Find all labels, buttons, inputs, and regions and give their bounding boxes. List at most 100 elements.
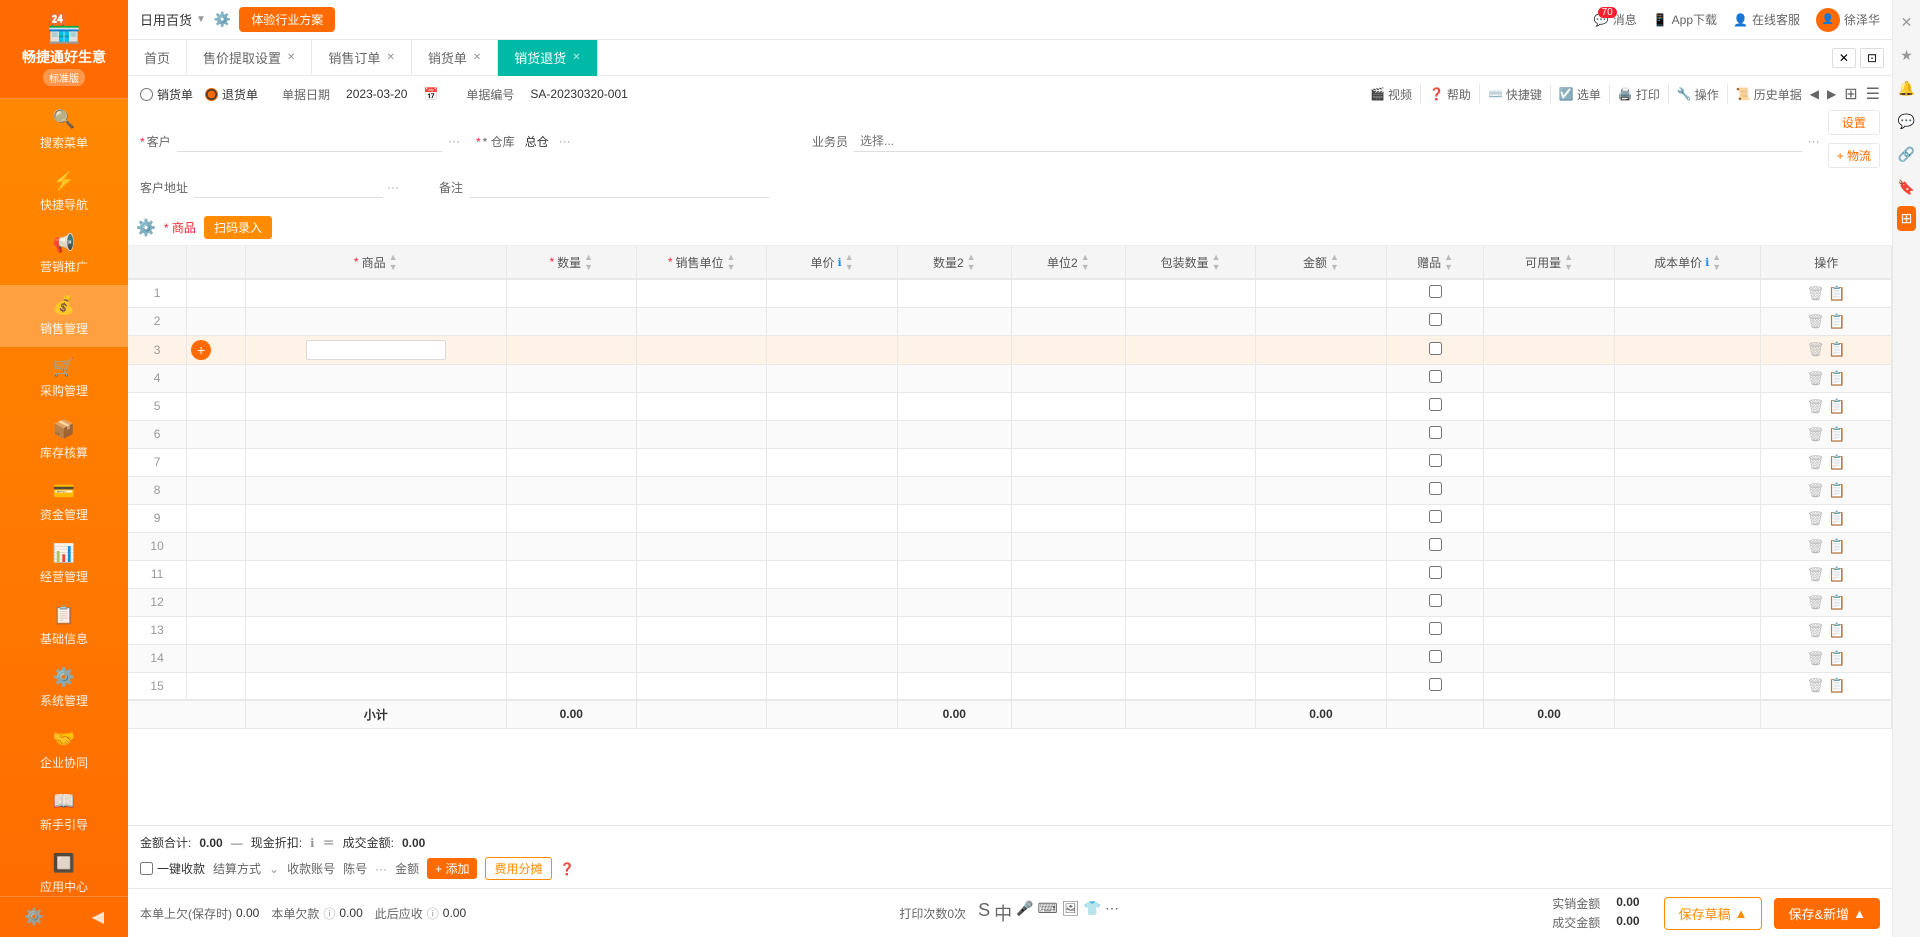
shirt-icon[interactable]: 👕 [1084, 900, 1101, 926]
price-sort-icon[interactable]: ▲▼ [845, 252, 854, 272]
sidebar-collapse-icon[interactable]: ◀ [92, 907, 104, 927]
copy-icon-4[interactable]: 📋 [1828, 398, 1845, 415]
salesperson-dots-icon[interactable]: ··· [1808, 134, 1820, 148]
online-service-button[interactable]: 👤 在线客服 [1733, 11, 1800, 28]
delete-icon-10[interactable]: 🗑 [1807, 566, 1825, 583]
addr-dots-icon[interactable]: ··· [387, 180, 399, 194]
user-info[interactable]: 👤 徐泽华 [1816, 8, 1880, 32]
gift-checkbox-14[interactable] [1429, 678, 1442, 691]
sidebar-item-1[interactable]: ⚡快捷导航 [0, 161, 128, 223]
tab-menu-button[interactable]: ⊡ [1860, 48, 1884, 68]
more-icon[interactable]: ⋯ [1105, 900, 1119, 926]
tab-close-4[interactable]: ✕ [572, 52, 580, 63]
gift-checkbox-0[interactable] [1429, 285, 1442, 298]
avail-sort-icon[interactable]: ▲▼ [1564, 252, 1573, 272]
price-info-icon[interactable]: ℹ [838, 256, 842, 269]
gift-checkbox-13[interactable] [1429, 650, 1442, 663]
copy-icon-0[interactable]: 📋 [1828, 285, 1845, 302]
category-selector[interactable]: 日用百货 ▼ [140, 10, 206, 29]
sidebar-item-10[interactable]: 🤝企业协同 [0, 719, 128, 781]
copy-icon-6[interactable]: 📋 [1828, 454, 1845, 471]
tab-0[interactable]: 首页 [128, 40, 187, 76]
history-next-icon[interactable]: ▶ [1827, 87, 1836, 101]
gift-checkbox-10[interactable] [1429, 566, 1442, 579]
delete-icon-12[interactable]: 🗑 [1807, 622, 1825, 639]
qty2-sort-icon[interactable]: ▲▼ [967, 252, 976, 272]
gift-checkbox-6[interactable] [1429, 454, 1442, 467]
table-settings-icon[interactable]: ⚙️ [136, 218, 156, 238]
sidebar-item-2[interactable]: 📢营销推广 [0, 223, 128, 285]
copy-icon-8[interactable]: 📋 [1828, 510, 1845, 527]
gift-checkbox-12[interactable] [1429, 622, 1442, 635]
radio-sale[interactable]: 销货单 [140, 86, 193, 103]
scan-button[interactable]: 扫码录入 [204, 216, 272, 239]
tab-close-2[interactable]: ✕ [386, 52, 394, 63]
sidebar-item-0[interactable]: 🔍搜索菜单 [0, 99, 128, 161]
copy-icon-7[interactable]: 📋 [1828, 482, 1845, 499]
qty-sort-icon[interactable]: ▲▼ [584, 252, 593, 272]
salesperson-input[interactable] [854, 131, 1802, 152]
delete-icon-14[interactable]: 🗑 [1807, 677, 1825, 694]
delete-icon-11[interactable]: 🗑 [1807, 594, 1825, 611]
message-button[interactable]: 💬 70 消息 [1594, 11, 1637, 28]
delete-icon-13[interactable]: 🗑 [1807, 650, 1825, 667]
unit2-sort-icon[interactable]: ▲▼ [1081, 252, 1090, 272]
addr-input[interactable] [194, 176, 383, 198]
delete-icon-4[interactable]: 🗑 [1807, 398, 1825, 415]
radio-return-input[interactable] [205, 88, 218, 101]
logistics-button[interactable]: + 物流 [1828, 143, 1880, 168]
tab-2[interactable]: 销售订单✕ [312, 40, 411, 76]
radio-return[interactable]: 退货单 [205, 86, 258, 103]
delete-icon-6[interactable]: 🗑 [1807, 454, 1825, 471]
rp-bookmark-icon[interactable]: 🔖 [1896, 173, 1917, 202]
fee-help-icon[interactable]: ❓ [560, 862, 575, 876]
sougou-icon[interactable]: S [978, 900, 990, 926]
goods-sort-icon[interactable]: ▲▼ [389, 252, 398, 272]
delete-icon-0[interactable]: 🗑 [1807, 285, 1825, 302]
delete-icon-2[interactable]: 🗑 [1807, 341, 1825, 358]
calendar-icon[interactable]: 📅 [423, 87, 438, 101]
delete-icon-8[interactable]: 🗑 [1807, 510, 1825, 527]
copy-icon-13[interactable]: 📋 [1828, 650, 1845, 667]
warehouse-dots-icon[interactable]: ··· [559, 134, 571, 148]
sidebar-item-12[interactable]: 🔲应用中心 [0, 843, 128, 896]
save-draft-button[interactable]: 保存草稿 ▲ [1664, 897, 1763, 930]
sidebar-item-6[interactable]: 💳资金管理 [0, 471, 128, 533]
add-payment-button[interactable]: + 添加 [427, 858, 477, 879]
customer-dots-icon[interactable]: ··· [448, 134, 460, 148]
operate-action[interactable]: 🔧 操作 [1677, 86, 1719, 103]
cash-discount-help-icon[interactable]: ℹ [310, 836, 315, 850]
app-download-button[interactable]: 📱 App下载 [1653, 11, 1717, 28]
unit-sort-icon[interactable]: ▲▼ [727, 252, 736, 272]
gift-checkbox-3[interactable] [1429, 370, 1442, 383]
pkg-sort-icon[interactable]: ▲▼ [1212, 252, 1221, 272]
save-new-button[interactable]: 保存&新增 ▲ [1774, 898, 1880, 929]
gift-checkbox-9[interactable] [1429, 538, 1442, 551]
copy-icon-5[interactable]: 📋 [1828, 426, 1845, 443]
sidebar-item-11[interactable]: 📖新手引导 [0, 781, 128, 843]
sidebar-item-7[interactable]: 📊经营管理 [0, 533, 128, 595]
rp-star-icon[interactable]: ★ [1898, 41, 1915, 70]
gift-checkbox-2[interactable] [1429, 342, 1442, 355]
history-action[interactable]: 📜 历史单据 [1736, 86, 1802, 103]
copy-icon-12[interactable]: 📋 [1828, 622, 1845, 639]
select-action[interactable]: ☑️ 选单 [1559, 86, 1601, 103]
customer-input[interactable] [177, 131, 442, 152]
delete-icon-7[interactable]: 🗑 [1807, 482, 1825, 499]
copy-icon-9[interactable]: 📋 [1828, 538, 1845, 555]
delete-icon-5[interactable]: 🗑 [1807, 426, 1825, 443]
help-action[interactable]: ❓ 帮助 [1429, 86, 1471, 103]
try-solution-button[interactable]: 体验行业方案 [239, 7, 335, 32]
one-click-pay-checkbox[interactable] [140, 862, 153, 875]
tab-3[interactable]: 销货单✕ [412, 40, 498, 76]
mic-icon[interactable]: 🎤 [1016, 900, 1033, 926]
cost-info-icon[interactable]: ℹ [1705, 256, 1709, 269]
sidebar-item-4[interactable]: 🛒采购管理 [0, 347, 128, 409]
settings-button[interactable]: 设置 [1828, 110, 1880, 135]
tab-4[interactable]: 销货退货✕ [498, 40, 597, 76]
copy-icon-3[interactable]: 📋 [1828, 370, 1845, 387]
rp-bell-icon[interactable]: 🔔 [1896, 74, 1917, 103]
rp-link-icon[interactable]: 🔗 [1896, 140, 1917, 169]
delete-icon-1[interactable]: 🗑 [1807, 313, 1825, 330]
add-row-button[interactable]: + [191, 340, 211, 360]
